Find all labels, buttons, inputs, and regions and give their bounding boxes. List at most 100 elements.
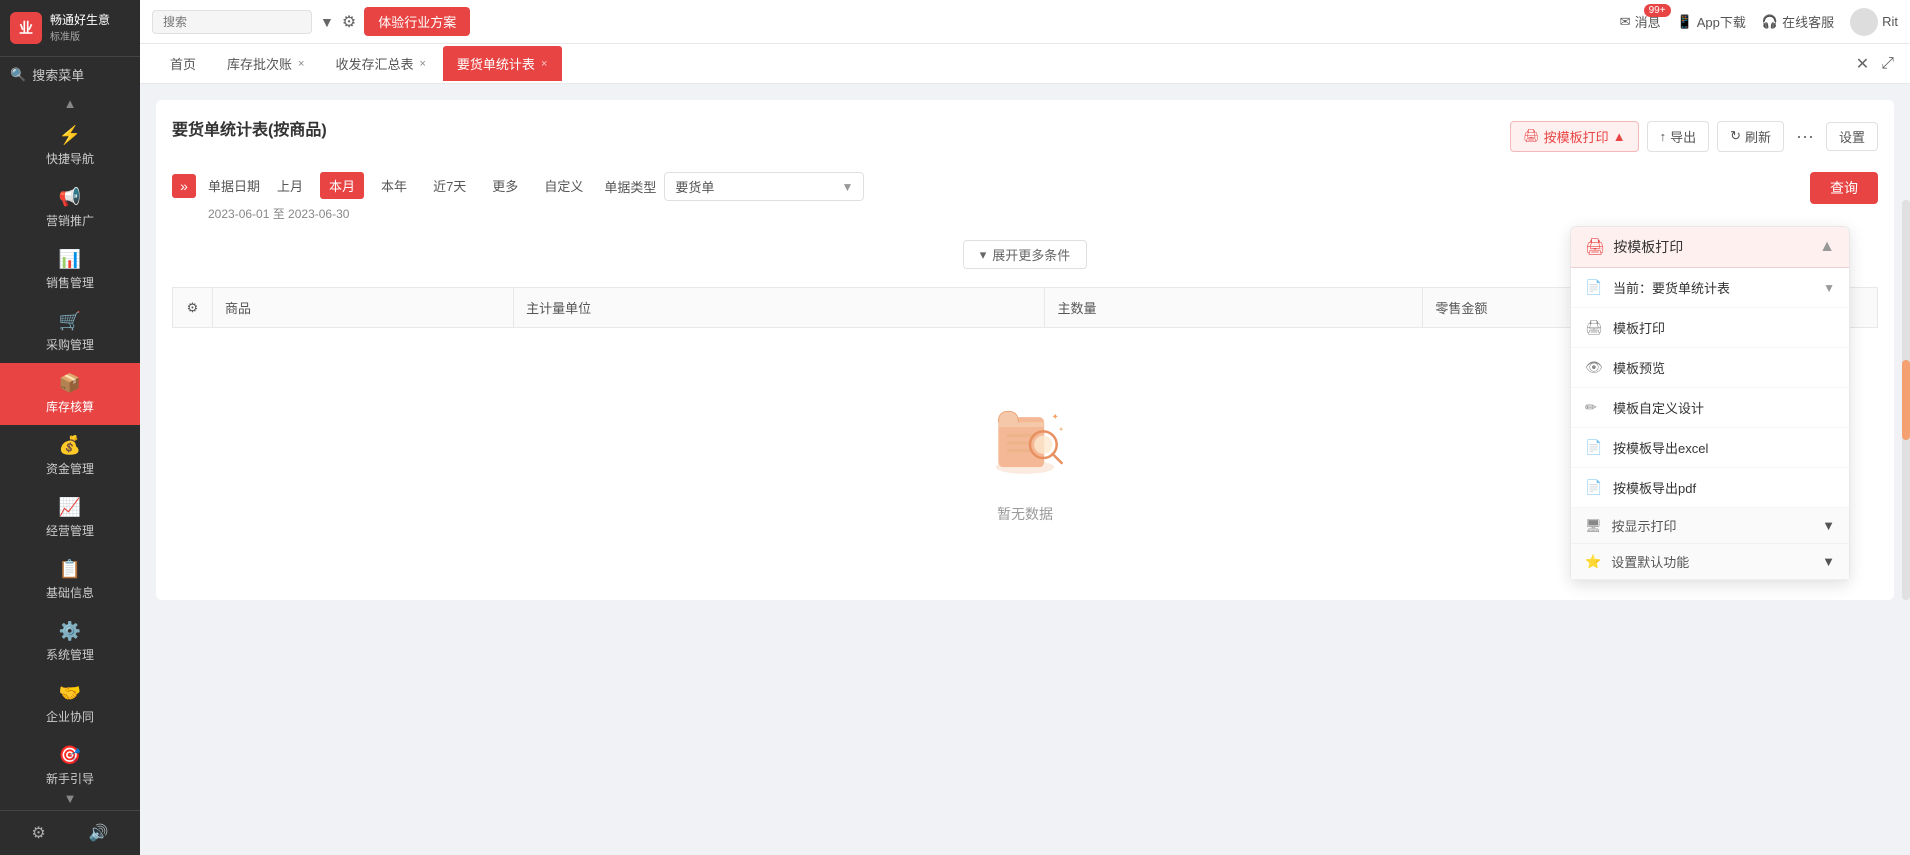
col-settings[interactable]: ⚙ <box>173 288 213 328</box>
tab-close-all-btn[interactable]: ✕ <box>1852 50 1873 78</box>
sidebar-scroll-up[interactable]: ▲ <box>0 92 140 115</box>
expand-more-btn[interactable]: ▾ 展开更多条件 <box>963 240 1088 269</box>
default-func-icon: ⭐ <box>1585 554 1601 570</box>
app-logo: 业 畅通好生意 标准版 <box>0 0 140 57</box>
date-btn-this-month[interactable]: 本月 <box>320 172 364 199</box>
tab-home[interactable]: 首页 <box>156 46 211 81</box>
sidebar-search[interactable]: 🔍 搜索菜单 <box>0 57 140 92</box>
sidebar-item-operations[interactable]: 📈 经营管理 <box>0 487 140 549</box>
print-template-btn[interactable]: 🖨 按模板打印 ▲ <box>1510 121 1638 152</box>
refresh-btn[interactable]: ↻ 刷新 <box>1717 121 1784 152</box>
sidebar-item-finance[interactable]: 💰 资金管理 <box>0 425 140 487</box>
page-content: 要货单统计表(按商品) 🖨 按模板打印 ▲ ↑ 导出 ↻ 刷新 <box>140 84 1910 855</box>
tab-batch[interactable]: 库存批次账 × <box>213 46 319 81</box>
export-btn[interactable]: ↑ 导出 <box>1647 121 1710 152</box>
col-unit: 主计量单位 <box>514 288 1045 328</box>
print-title-icon: 🖨 <box>1585 237 1605 257</box>
export-excel-icon: 📄 <box>1585 439 1603 456</box>
filter-expand-btn[interactable]: » <box>172 174 196 198</box>
chevron-down-icon: ▾ <box>980 247 987 263</box>
trial-btn[interactable]: 体验行业方案 <box>364 7 470 36</box>
sidebar-settings-btn[interactable]: ⚙ <box>31 823 45 843</box>
current-template-label: 当前：要货单统计表 <box>1613 278 1730 297</box>
sidebar-item-marketing[interactable]: 📢 营销推广 <box>0 177 140 239</box>
print-dropdown-default-func[interactable]: ⭐ 设置默认功能 ▼ <box>1571 544 1849 580</box>
scrollbar-thumb <box>1902 360 1910 440</box>
sidebar-item-purchase[interactable]: 🛒 采购管理 <box>0 301 140 363</box>
query-btn[interactable]: 查询 <box>1810 172 1878 204</box>
template-design-icon: ✏ <box>1585 399 1603 416</box>
tab-order-stats-close[interactable]: × <box>541 58 547 70</box>
sidebar-item-inventory[interactable]: 📦 库存核算 <box>0 363 140 425</box>
template-design-label: 模板自定义设计 <box>1613 398 1704 417</box>
col-qty: 主数量 <box>1045 288 1423 328</box>
app-name: 畅通好生意 <box>50 13 110 29</box>
filter-type-row: 单据类型 要货单 ▼ <box>604 172 864 201</box>
date-btn-this-year[interactable]: 本年 <box>372 172 416 199</box>
date-btn-custom[interactable]: 自定义 <box>535 172 592 199</box>
print-dropdown-current[interactable]: 📄 当前：要货单统计表 ▼ <box>1571 268 1849 308</box>
right-scrollbar[interactable] <box>1902 200 1910 600</box>
print-dropdown-template-preview[interactable]: 👁 模板预览 <box>1571 348 1849 388</box>
filter-date-group: 单据日期 上月 本月 本年 近7天 更多 自定义 2023-06-01 至 20… <box>208 172 592 222</box>
date-btn-last-month[interactable]: 上月 <box>268 172 312 199</box>
template-print-label: 模板打印 <box>1613 318 1665 337</box>
type-filter-select[interactable]: 要货单 ▼ <box>664 172 864 201</box>
tab-expand-btn[interactable]: ⤢ <box>1877 51 1898 77</box>
print-dropdown-template-print[interactable]: 🖨 模板打印 <box>1571 308 1849 348</box>
tab-collection-close[interactable]: × <box>419 58 425 70</box>
print-dropdown-title: 🖨 按模板打印 <box>1585 237 1683 257</box>
app-download-label: App下载 <box>1697 12 1746 31</box>
tab-order-stats[interactable]: 要货单统计表 × <box>443 46 562 81</box>
sidebar-sound-btn[interactable]: 🔊 <box>89 823 109 843</box>
phone-icon: 📱 <box>1677 14 1693 30</box>
sidebar-item-sales[interactable]: 📊 销售管理 <box>0 239 140 301</box>
type-filter-value: 要货单 <box>675 177 835 196</box>
filter-date-row: 单据日期 上月 本月 本年 近7天 更多 自定义 <box>208 172 592 199</box>
system-icon: ⚙️ <box>59 621 81 642</box>
print-dropdown-export-pdf[interactable]: 📄 按模板导出pdf <box>1571 468 1849 508</box>
topbar: ▼ ⚙ 体验行业方案 ✉ 消息 99+ 📱 App下载 🎧 在线客服 Rit <box>140 0 1910 44</box>
tabs-right: ✕ ⤢ <box>1852 50 1910 78</box>
message-btn[interactable]: ✉ 消息 99+ <box>1620 12 1661 31</box>
purchase-icon: 🛒 <box>59 311 81 332</box>
sidebar-item-guide[interactable]: 🎯 新手引导 <box>0 735 140 787</box>
page-title: 要货单统计表(按商品) <box>172 116 327 140</box>
sidebar-nav: ⚡ 快捷导航 📢 营销推广 📊 销售管理 🛒 采购管理 📦 库存核算 💰 资金管… <box>0 115 140 787</box>
print-dropdown-template-design[interactable]: ✏ 模板自定义设计 <box>1571 388 1849 428</box>
collab-icon: 🤝 <box>59 683 81 704</box>
app-download-btn[interactable]: 📱 App下载 <box>1677 12 1746 31</box>
sidebar-scroll-down[interactable]: ▼ <box>0 787 140 810</box>
display-print-icon: 🖥 <box>1585 518 1602 534</box>
more-btn[interactable]: ··· <box>1792 122 1818 151</box>
topbar-settings-btn[interactable]: ⚙ <box>342 12 356 32</box>
sidebar-item-quicknav[interactable]: ⚡ 快捷导航 <box>0 115 140 177</box>
online-service-label: 在线客服 <box>1782 12 1834 31</box>
inventory-icon: 📦 <box>59 373 81 394</box>
logo-icon: 业 <box>10 12 42 44</box>
date-btn-more[interactable]: 更多 <box>483 172 527 199</box>
sidebar-item-collab[interactable]: 🤝 企业协同 <box>0 673 140 735</box>
main-content: ▼ ⚙ 体验行业方案 ✉ 消息 99+ 📱 App下载 🎧 在线客服 Rit <box>140 0 1910 855</box>
search-input[interactable] <box>152 10 312 34</box>
tab-collection[interactable]: 收发存汇总表 × <box>321 46 440 81</box>
sidebar-item-basic[interactable]: 📋 基础信息 <box>0 549 140 611</box>
display-print-label: 按显示打印 <box>1612 516 1677 535</box>
col-goods: 商品 <box>213 288 514 328</box>
svg-text:✦: ✦ <box>1052 412 1059 422</box>
tab-batch-close[interactable]: × <box>298 58 304 70</box>
print-dropdown-display-print[interactable]: 🖥 按显示打印 ▼ <box>1571 508 1849 544</box>
user-area[interactable]: Rit <box>1850 8 1898 36</box>
print-dropdown-export-excel[interactable]: 📄 按模板导出excel <box>1571 428 1849 468</box>
refresh-icon: ↻ <box>1730 128 1741 144</box>
topbar-dropdown-btn[interactable]: ▼ <box>320 14 334 30</box>
sidebar-item-system[interactable]: ⚙️ 系统管理 <box>0 611 140 673</box>
username: Rit <box>1882 14 1898 29</box>
print-template-label: 按模板打印 <box>1544 127 1609 146</box>
empty-icon: ✦ ✦ <box>975 388 1075 488</box>
online-service-btn[interactable]: 🎧 在线客服 <box>1762 12 1834 31</box>
sidebar-footer: ⚙ 🔊 <box>0 810 140 855</box>
date-btn-7days[interactable]: 近7天 <box>424 172 475 199</box>
print-dropdown-close-btn[interactable]: ▲ <box>1819 238 1835 256</box>
settings-btn[interactable]: 设置 <box>1826 122 1878 151</box>
